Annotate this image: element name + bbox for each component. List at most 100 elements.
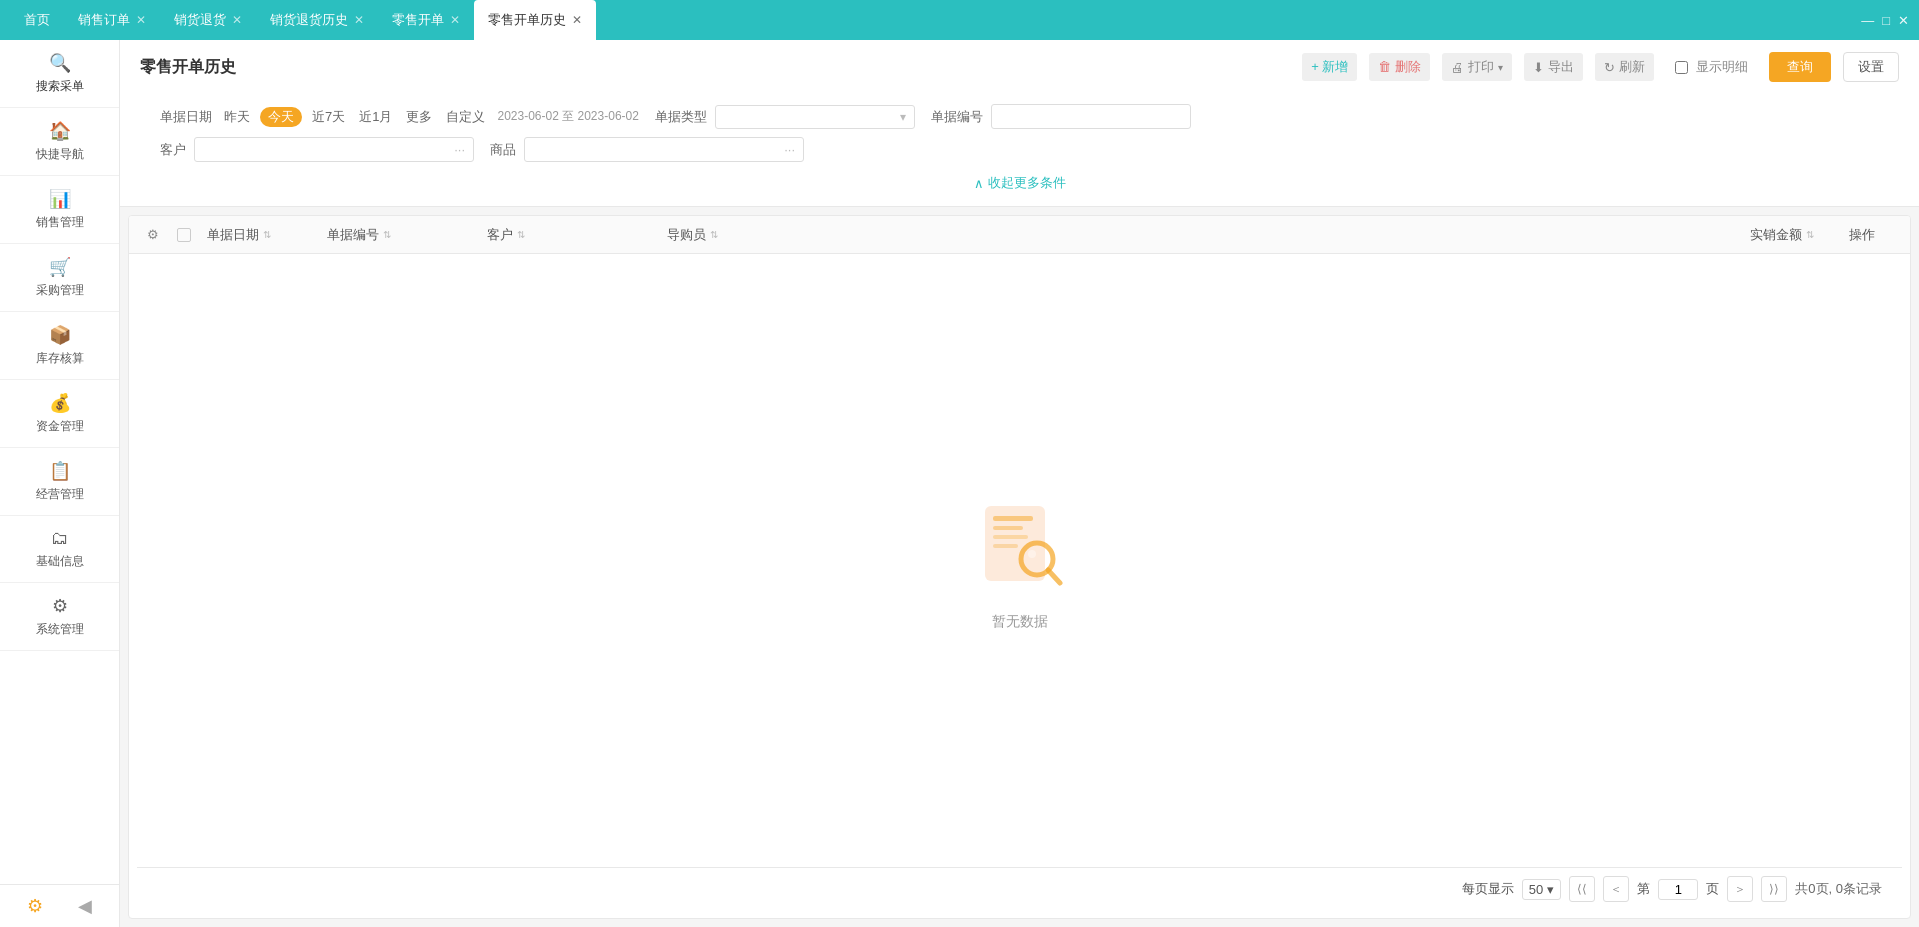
customer-filter-group: 客户 ···: [160, 137, 474, 162]
tab-retail-open-history[interactable]: 零售开单历史 ✕: [474, 0, 596, 40]
order-num-text-input[interactable]: [1000, 109, 1182, 124]
display-detail-input[interactable]: [1675, 61, 1688, 74]
window-close[interactable]: ✕: [1898, 13, 1909, 28]
close-tab-retail-open[interactable]: ✕: [450, 13, 460, 27]
sales-mgmt-icon: 📊: [49, 188, 71, 210]
goods-input[interactable]: ···: [524, 137, 804, 162]
filter-row-2: 客户 ··· 商品 ···: [160, 137, 1879, 162]
window-minimize[interactable]: —: [1861, 13, 1874, 28]
collapse-chevron-icon: ∧: [974, 176, 984, 191]
date-option-yesterday[interactable]: 昨天: [220, 106, 254, 128]
sidebar-item-inventory[interactable]: 📦 库存核算: [0, 312, 119, 380]
page-total: 共0页, 0条记录: [1795, 880, 1882, 898]
col-header-client[interactable]: 客户 ⇅: [479, 226, 659, 244]
sidebar-bottom: ⚙ ◀: [0, 884, 119, 927]
per-page-chevron-icon: ▾: [1547, 882, 1554, 897]
order-num-filter-group: 单据编号: [931, 104, 1191, 129]
svg-point-7: [1028, 550, 1036, 558]
date-option-last7[interactable]: 近7天: [308, 106, 349, 128]
goods-filter-group: 商品 ···: [490, 137, 804, 162]
filter-row-1: 单据日期 昨天 今天 近7天 近1月 更多 自定义 2023-06-02 至 2…: [160, 104, 1879, 129]
date-option-last1month[interactable]: 近1月: [355, 106, 396, 128]
close-tab-sales-order[interactable]: ✕: [136, 13, 146, 27]
per-page-label: 每页显示: [1462, 880, 1514, 898]
close-tab-sales-return-history[interactable]: ✕: [354, 13, 364, 27]
svg-rect-1: [993, 516, 1033, 521]
last-page-button[interactable]: ⟩⟩: [1761, 876, 1787, 902]
col-header-num[interactable]: 单据编号 ⇅: [319, 226, 479, 244]
refresh-button[interactable]: ↻ 刷新: [1595, 53, 1654, 81]
window-maximize[interactable]: □: [1882, 13, 1890, 28]
display-detail-checkbox[interactable]: 显示明细: [1666, 53, 1757, 81]
tab-home[interactable]: 首页: [10, 0, 64, 40]
table-select-all-checkbox[interactable]: [169, 228, 199, 242]
date-option-today[interactable]: 今天: [260, 107, 302, 127]
sidebar-item-basic-info[interactable]: 🗂 基础信息: [0, 516, 119, 583]
sort-num-icon: ⇅: [383, 229, 391, 240]
sidebar-collapse-icon[interactable]: ◀: [78, 895, 92, 917]
date-option-custom[interactable]: 自定义: [442, 106, 489, 128]
first-page-button[interactable]: ⟨⟨: [1569, 876, 1595, 902]
goods-text-input[interactable]: [533, 142, 784, 157]
page-title-row: 零售开单历史 + 新增 🗑 删除 🖨 🖨 打印 打印 ▾ ⬇ 导出: [140, 52, 1899, 82]
close-tab-sales-return[interactable]: ✕: [232, 13, 242, 27]
page-label-before: 第: [1637, 880, 1650, 898]
tab-sales-return[interactable]: 销货退货 ✕: [160, 0, 256, 40]
order-num-input[interactable]: [991, 104, 1191, 129]
col-header-op: 操作: [1822, 226, 1902, 244]
sidebar-item-purchase-mgmt[interactable]: 🛒 采购管理: [0, 244, 119, 312]
prev-page-button[interactable]: ＜: [1603, 876, 1629, 902]
table-area: ⚙ 单据日期 ⇅ 单据编号 ⇅ 客户 ⇅ 导购员 ⇅: [128, 215, 1911, 919]
order-type-chevron-icon: ▾: [900, 110, 906, 124]
delete-button[interactable]: 🗑 删除: [1369, 53, 1430, 81]
customer-input[interactable]: ···: [194, 137, 474, 162]
tab-retail-open[interactable]: 零售开单 ✕: [378, 0, 474, 40]
sidebar-item-finance[interactable]: 💰 资金管理: [0, 380, 119, 448]
quick-nav-icon: 🏠: [49, 120, 71, 142]
add-button[interactable]: + 新增: [1302, 53, 1357, 81]
date-option-more[interactable]: 更多: [402, 106, 436, 128]
order-type-select[interactable]: ▾: [715, 105, 915, 129]
tab-sales-return-history[interactable]: 销货退货历史 ✕: [256, 0, 378, 40]
sidebar-item-system-mgmt[interactable]: ⚙ 系统管理: [0, 583, 119, 651]
col-header-guide[interactable]: 导购员 ⇅: [659, 226, 759, 244]
main-layout: 🔍 搜索采单 🏠 快捷导航 📊 销售管理 🛒 采购管理 📦 库存核算 💰 资金管…: [0, 40, 1919, 927]
customer-text-input[interactable]: [203, 142, 454, 157]
empty-text: 暂无数据: [992, 613, 1048, 631]
window-controls: — □ ✕: [1861, 13, 1909, 28]
export-button[interactable]: ⬇ 导出: [1524, 53, 1583, 81]
pagination: 每页显示 50 ▾ ⟨⟨ ＜ 第 页 ＞ ⟩⟩ 共0页, 0条记录: [137, 867, 1902, 910]
top-nav: 首页 销售订单 ✕ 销货退货 ✕ 销货退货历史 ✕ 零售开单 ✕ 零售开单历史 …: [0, 0, 1919, 40]
filter-area: 单据日期 昨天 今天 近7天 近1月 更多 自定义 2023-06-02 至 2…: [140, 94, 1899, 206]
order-type-filter-group: 单据类型 ▾: [655, 105, 915, 129]
svg-rect-4: [993, 544, 1018, 548]
table-settings-icon[interactable]: ⚙: [137, 227, 169, 242]
print-chevron-icon: ▾: [1498, 62, 1503, 73]
close-tab-retail-open-history[interactable]: ✕: [572, 13, 582, 27]
table-body: 暂无数据: [129, 254, 1910, 867]
sidebar-item-search-purchase[interactable]: 🔍 搜索采单: [0, 40, 119, 108]
query-button[interactable]: 查询: [1769, 52, 1831, 82]
empty-state: 暂无数据: [965, 491, 1075, 631]
page-title: 零售开单历史: [140, 57, 236, 78]
date-range-display: 2023-06-02 至 2023-06-02: [497, 108, 638, 125]
tab-sales-order[interactable]: 销售订单 ✕: [64, 0, 160, 40]
content-area: 零售开单历史 + 新增 🗑 删除 🖨 🖨 打印 打印 ▾ ⬇ 导出: [120, 40, 1919, 927]
next-page-button[interactable]: ＞: [1727, 876, 1753, 902]
sidebar-item-operations[interactable]: 📋 经营管理: [0, 448, 119, 516]
settings-button[interactable]: 设置: [1843, 52, 1899, 82]
goods-label: 商品: [490, 141, 516, 159]
sidebar-item-sales-mgmt[interactable]: 📊 销售管理: [0, 176, 119, 244]
col-header-amount[interactable]: 实销金额 ⇅: [1702, 226, 1822, 244]
sidebar-settings-icon[interactable]: ⚙: [27, 895, 43, 917]
search-purchase-icon: 🔍: [49, 52, 71, 74]
per-page-select[interactable]: 50 ▾: [1522, 879, 1561, 900]
collapse-filter-row[interactable]: ∧ 收起更多条件: [160, 170, 1879, 198]
current-page-input[interactable]: [1658, 879, 1698, 900]
sidebar-item-quick-nav[interactable]: 🏠 快捷导航: [0, 108, 119, 176]
goods-dots-icon: ···: [784, 142, 795, 157]
print-button[interactable]: 🖨 🖨 打印 打印 ▾: [1442, 53, 1512, 81]
page-header: 零售开单历史 + 新增 🗑 删除 🖨 🖨 打印 打印 ▾ ⬇ 导出: [120, 40, 1919, 207]
col-header-date[interactable]: 单据日期 ⇅: [199, 226, 319, 244]
svg-line-6: [1048, 570, 1060, 583]
